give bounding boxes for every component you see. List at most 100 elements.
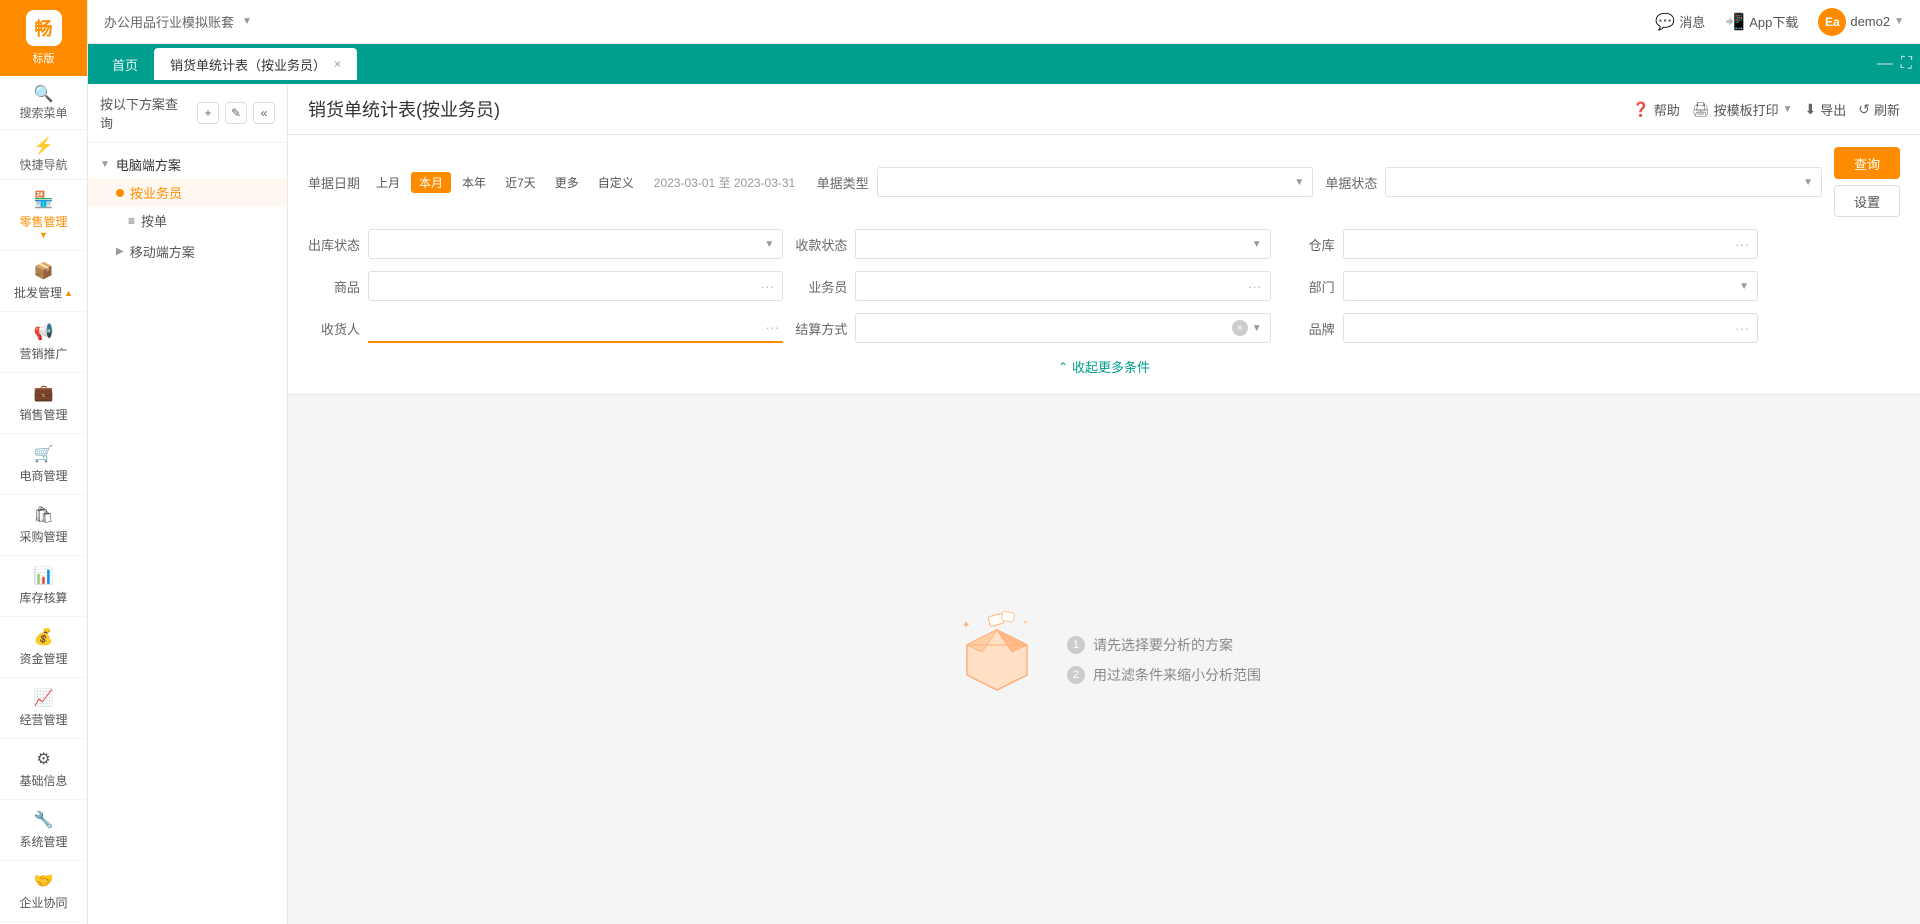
sidebar-item-enterprise[interactable]: 🤝 企业协同 — [0, 861, 87, 922]
refresh-label: 刷新 — [1874, 100, 1900, 119]
enterprise-label: 企业协同 — [19, 894, 67, 911]
help-label: 帮助 — [1654, 100, 1680, 119]
dept-arrow: ▼ — [1739, 281, 1749, 292]
date-tab-custom[interactable]: 自定义 — [590, 172, 642, 193]
stock-label: 出库状态 — [308, 235, 360, 254]
add-scheme-btn[interactable]: + — [197, 102, 219, 124]
filter-area: 单据日期 上月 本月 本年 近7天 更多 自定义 2023-03-01 至 20… — [288, 135, 1920, 395]
date-tab-this-month[interactable]: 本月 — [411, 172, 451, 193]
left-panel-title: 按以下方案查询 — [100, 94, 189, 132]
tree-collapse-icon: ▶ — [116, 246, 124, 257]
sidebar-item-operations[interactable]: 📈 经营管理 — [0, 678, 87, 739]
warehouse-label: 仓库 — [1283, 235, 1335, 254]
filter-dept: 部门 ▼ — [1283, 271, 1758, 301]
tab-home[interactable]: 首页 — [96, 48, 154, 80]
tree-group-mobile-header[interactable]: ▶ 移动端方案 — [88, 238, 287, 265]
sidebar-item-finance[interactable]: 💰 资金管理 — [0, 617, 87, 678]
sidebar: 畅 标版 🔍 搜索菜单 ⚡ 快捷导航 🏪 零售管理 ▼ 📦 批发管理 ▲ 📢 营… — [0, 0, 88, 924]
tab-close-icon[interactable]: × — [334, 57, 341, 71]
sidebar-item-basic[interactable]: ⚙ 基础信息 — [0, 739, 87, 800]
filter-docstatus: 单据状态 ▼ — [1325, 167, 1822, 197]
print-btn[interactable]: 🖨 按模板打印 ▼ — [1692, 100, 1793, 119]
sidebar-item-purchase[interactable]: 🛍 采购管理 — [0, 495, 87, 556]
platform-title-area: 办公用品行业模拟账套 ▼ — [104, 12, 252, 31]
sidebar-item-ecom[interactable]: 🛒 电商管理 — [0, 434, 87, 495]
collapse-chevron: ⌃ — [1058, 360, 1068, 374]
tree-item-by-salesperson[interactable]: 按业务员 — [88, 178, 287, 207]
left-panel-tree: ▼ 电脑端方案 按业务员 ≡ 按单 ▶ 移动端方案 — [88, 143, 287, 924]
empty-hint-1: 1 请先选择要分析的方案 — [1067, 635, 1261, 655]
purchase-icon: 🛍 — [33, 505, 53, 525]
setting-button[interactable]: 设置 — [1834, 185, 1900, 217]
sidebar-item-wholesale[interactable]: 📦 批发管理 ▲ — [0, 251, 87, 312]
salesperson-dots[interactable]: ··· — [1248, 278, 1262, 294]
tree-mobile-label: 移动端方案 — [130, 242, 195, 261]
goods-select[interactable]: ··· — [368, 271, 783, 301]
refresh-btn[interactable]: ↺ 刷新 — [1858, 100, 1900, 119]
stock-arrow: ▼ — [764, 239, 774, 250]
brand-select[interactable]: ··· — [1343, 313, 1758, 343]
tree-group-pc-header[interactable]: ▼ 电脑端方案 — [88, 151, 287, 178]
sidebar-item-inventory[interactable]: 📊 库存核算 — [0, 556, 87, 617]
sidebar-search[interactable]: 🔍 搜索菜单 — [0, 76, 87, 130]
app-download-label: App下载 — [1749, 12, 1798, 31]
operations-label: 经营管理 — [19, 711, 67, 728]
empty-text: 1 请先选择要分析的方案 2 用过滤条件来缩小分析范围 — [1067, 635, 1261, 685]
settlement-select[interactable]: × ▼ — [855, 313, 1270, 343]
query-btn-group: 查询 设置 — [1834, 147, 1900, 217]
help-icon: ❓ — [1632, 101, 1649, 118]
header-right: 💬 消息 📲 App下载 Ea demo2 ▼ — [1655, 8, 1904, 36]
inventory-icon: 📊 — [34, 566, 54, 586]
tab-active[interactable]: 销货单统计表（按业务员） × — [154, 48, 357, 80]
recipient-text-input[interactable] — [372, 320, 765, 335]
brand-dots[interactable]: ··· — [1735, 320, 1749, 336]
tree-item-label: 按业务员 — [130, 183, 182, 202]
settlement-clear[interactable]: × — [1232, 320, 1248, 336]
sidebar-item-marketing[interactable]: 📢 营销推广 — [0, 312, 87, 373]
user-menu[interactable]: Ea demo2 ▼ — [1818, 8, 1904, 36]
goods-dots[interactable]: ··· — [760, 278, 774, 294]
page-title-bar: 销货单统计表(按业务员) ❓ 帮助 🖨 按模板打印 ▼ ⬇ 导出 — [288, 84, 1920, 135]
warehouse-dots[interactable]: ··· — [1735, 236, 1749, 252]
edit-scheme-btn[interactable]: ✎ — [225, 102, 247, 124]
tab-expand-icon[interactable]: ⛶ — [1901, 55, 1912, 73]
date-tab-last-month[interactable]: 上月 — [368, 172, 408, 193]
date-tab-more[interactable]: 更多 — [547, 172, 587, 193]
message-btn[interactable]: 💬 消息 — [1655, 12, 1705, 32]
svg-text:✦: ✦ — [962, 620, 970, 631]
sidebar-item-system[interactable]: 🔧 系统管理 — [0, 800, 87, 861]
date-tab-7days[interactable]: 近7天 — [497, 172, 544, 193]
tab-minimize-icon[interactable]: — — [1877, 55, 1893, 73]
recipient-dots[interactable]: ··· — [765, 319, 779, 335]
app-download-btn[interactable]: 📲 App下载 — [1725, 12, 1798, 32]
query-button[interactable]: 查询 — [1834, 147, 1900, 179]
avatar-text: Ea — [1825, 15, 1840, 29]
warehouse-select[interactable]: ··· — [1343, 229, 1758, 259]
payment-select[interactable]: ▼ — [855, 229, 1270, 259]
export-btn[interactable]: ⬇ 导出 — [1805, 100, 1847, 119]
brand-label: 品牌 — [1283, 319, 1335, 338]
left-panel-header: 按以下方案查询 + ✎ « — [88, 84, 287, 143]
platform-dropdown-icon[interactable]: ▼ — [242, 16, 252, 27]
filter-doctype: 单据类型 ▼ — [817, 167, 1314, 197]
help-btn[interactable]: ❓ 帮助 — [1632, 100, 1679, 119]
app-download-icon: 📲 — [1725, 12, 1745, 32]
salesperson-select[interactable]: ··· — [855, 271, 1270, 301]
data-area: ✦ ✦ 1 请先选择要分析的方案 2 用过滤条件来缩小分析范围 — [288, 395, 1920, 924]
purchase-label: 采购管理 — [19, 528, 67, 545]
platform-title: 办公用品行业模拟账套 — [104, 12, 234, 31]
sidebar-item-sales[interactable]: 💼 销售管理 — [0, 373, 87, 434]
date-tab-this-year[interactable]: 本年 — [454, 172, 494, 193]
doctype-select[interactable]: ▼ — [877, 167, 1314, 197]
collapse-filters-btn[interactable]: ⌃ 收起更多条件 — [308, 351, 1900, 382]
recipient-input[interactable]: ··· — [368, 313, 783, 343]
logo-char: 畅 — [35, 15, 53, 41]
docstatus-select[interactable]: ▼ — [1385, 167, 1822, 197]
tree-sub-item-by-doc[interactable]: ≡ 按单 — [88, 207, 287, 234]
collapse-panel-btn[interactable]: « — [253, 102, 275, 124]
sidebar-item-retail[interactable]: 🏪 零售管理 ▼ — [0, 180, 87, 251]
dept-select[interactable]: ▼ — [1343, 271, 1758, 301]
stock-select[interactable]: ▼ — [368, 229, 783, 259]
filter-warehouse: 仓库 ··· — [1283, 229, 1758, 259]
sidebar-quicknav[interactable]: ⚡ 快捷导航 — [0, 130, 87, 180]
